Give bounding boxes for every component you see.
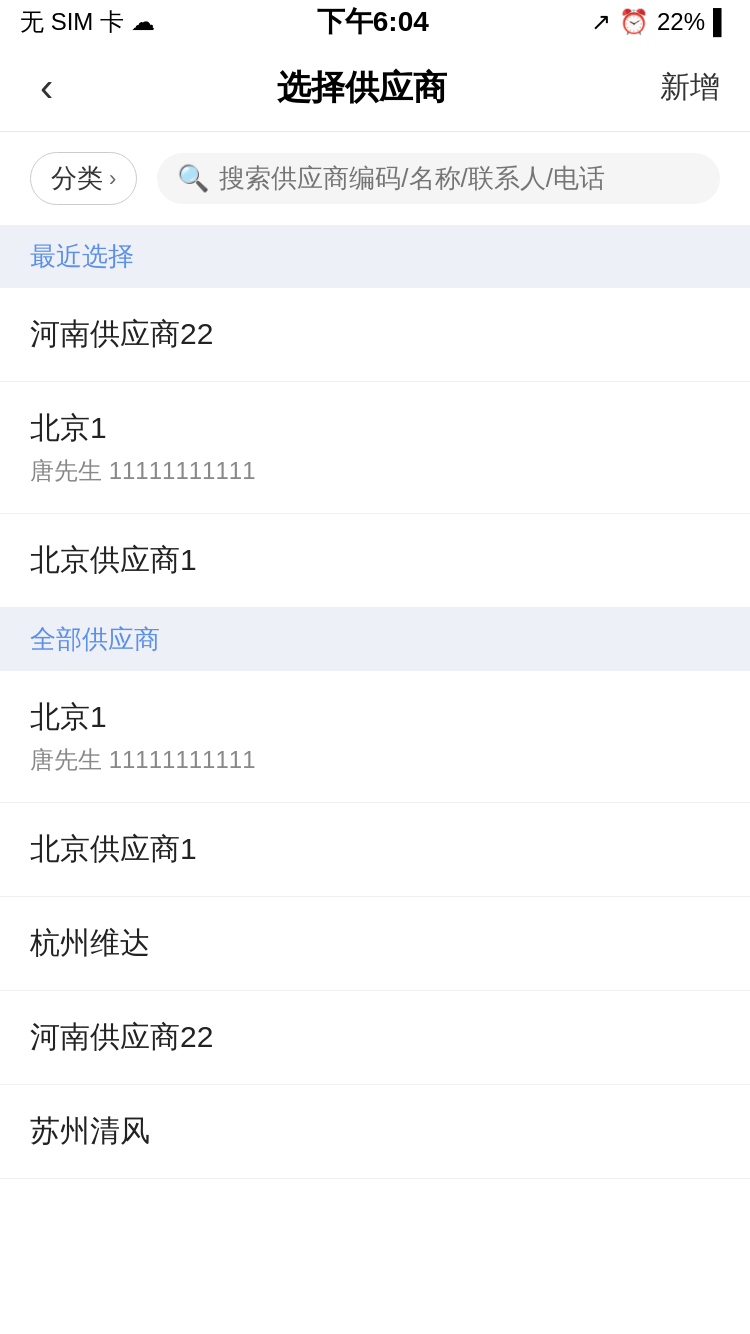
all-list: 北京1 唐先生 11111111111 北京供应商1 杭州维达河南供应商22 苏州清风 [0,671,750,1179]
page-title: 选择供应商 [277,65,447,111]
supplier-name: 河南供应商22 [30,314,720,355]
supplier-name: 北京供应商1 [30,540,720,581]
all-section-label: 全部供应商 [30,624,160,654]
supplier-name: 北京供应商1 [30,829,720,870]
supplier-name: 北京1 [30,408,720,449]
recent-section-label: 最近选择 [30,241,134,271]
supplier-name: 苏州清风 [30,1111,720,1152]
search-input[interactable] [219,163,700,194]
nav-bar: ‹ 选择供应商 新增 [0,44,750,132]
list-item[interactable]: 河南供应商22 [0,991,750,1085]
list-item[interactable]: 苏州清风 [0,1085,750,1179]
status-bar: 无 SIM 卡 ☁ 下午6:04 ↗ ⏰ 22% ▌ [0,0,750,44]
filter-row: 分类 › 🔍 [0,132,750,225]
no-sim-label: 无 SIM 卡 ☁ [20,6,155,38]
search-box[interactable]: 🔍 [157,153,720,204]
status-time: 下午6:04 [317,3,429,41]
list-item[interactable]: 杭州维达 [0,897,750,991]
status-right: ↗ ⏰ 22% ▌ [591,8,730,36]
list-item[interactable]: 北京供应商1 [0,514,750,608]
recent-section-header: 最近选择 [0,225,750,288]
supplier-sub: 唐先生 11111111111 [30,455,720,487]
list-item[interactable]: 河南供应商22 [0,288,750,382]
recent-list: 河南供应商22 北京1 唐先生 11111111111 北京供应商1 [0,288,750,608]
list-item[interactable]: 北京供应商1 [0,803,750,897]
alarm-icon: ⏰ [619,8,649,36]
supplier-name: 河南供应商22 [30,1017,720,1058]
all-section-header: 全部供应商 [0,608,750,671]
battery-icon: ▌ [713,8,730,36]
search-icon: 🔍 [177,163,209,194]
list-item[interactable]: 北京1 唐先生 11111111111 [0,382,750,514]
back-button[interactable]: ‹ [30,55,63,120]
category-filter[interactable]: 分类 › [30,152,137,205]
supplier-sub: 唐先生 11111111111 [30,744,720,776]
supplier-name: 北京1 [30,697,720,738]
status-left: 无 SIM 卡 ☁ [20,6,155,38]
add-button[interactable]: 新增 [660,67,720,108]
chevron-right-icon: › [109,166,116,192]
category-label: 分类 [51,161,103,196]
battery-label: 22% [657,8,705,36]
location-icon: ↗ [591,8,611,36]
list-item[interactable]: 北京1 唐先生 11111111111 [0,671,750,803]
supplier-name: 杭州维达 [30,923,720,964]
